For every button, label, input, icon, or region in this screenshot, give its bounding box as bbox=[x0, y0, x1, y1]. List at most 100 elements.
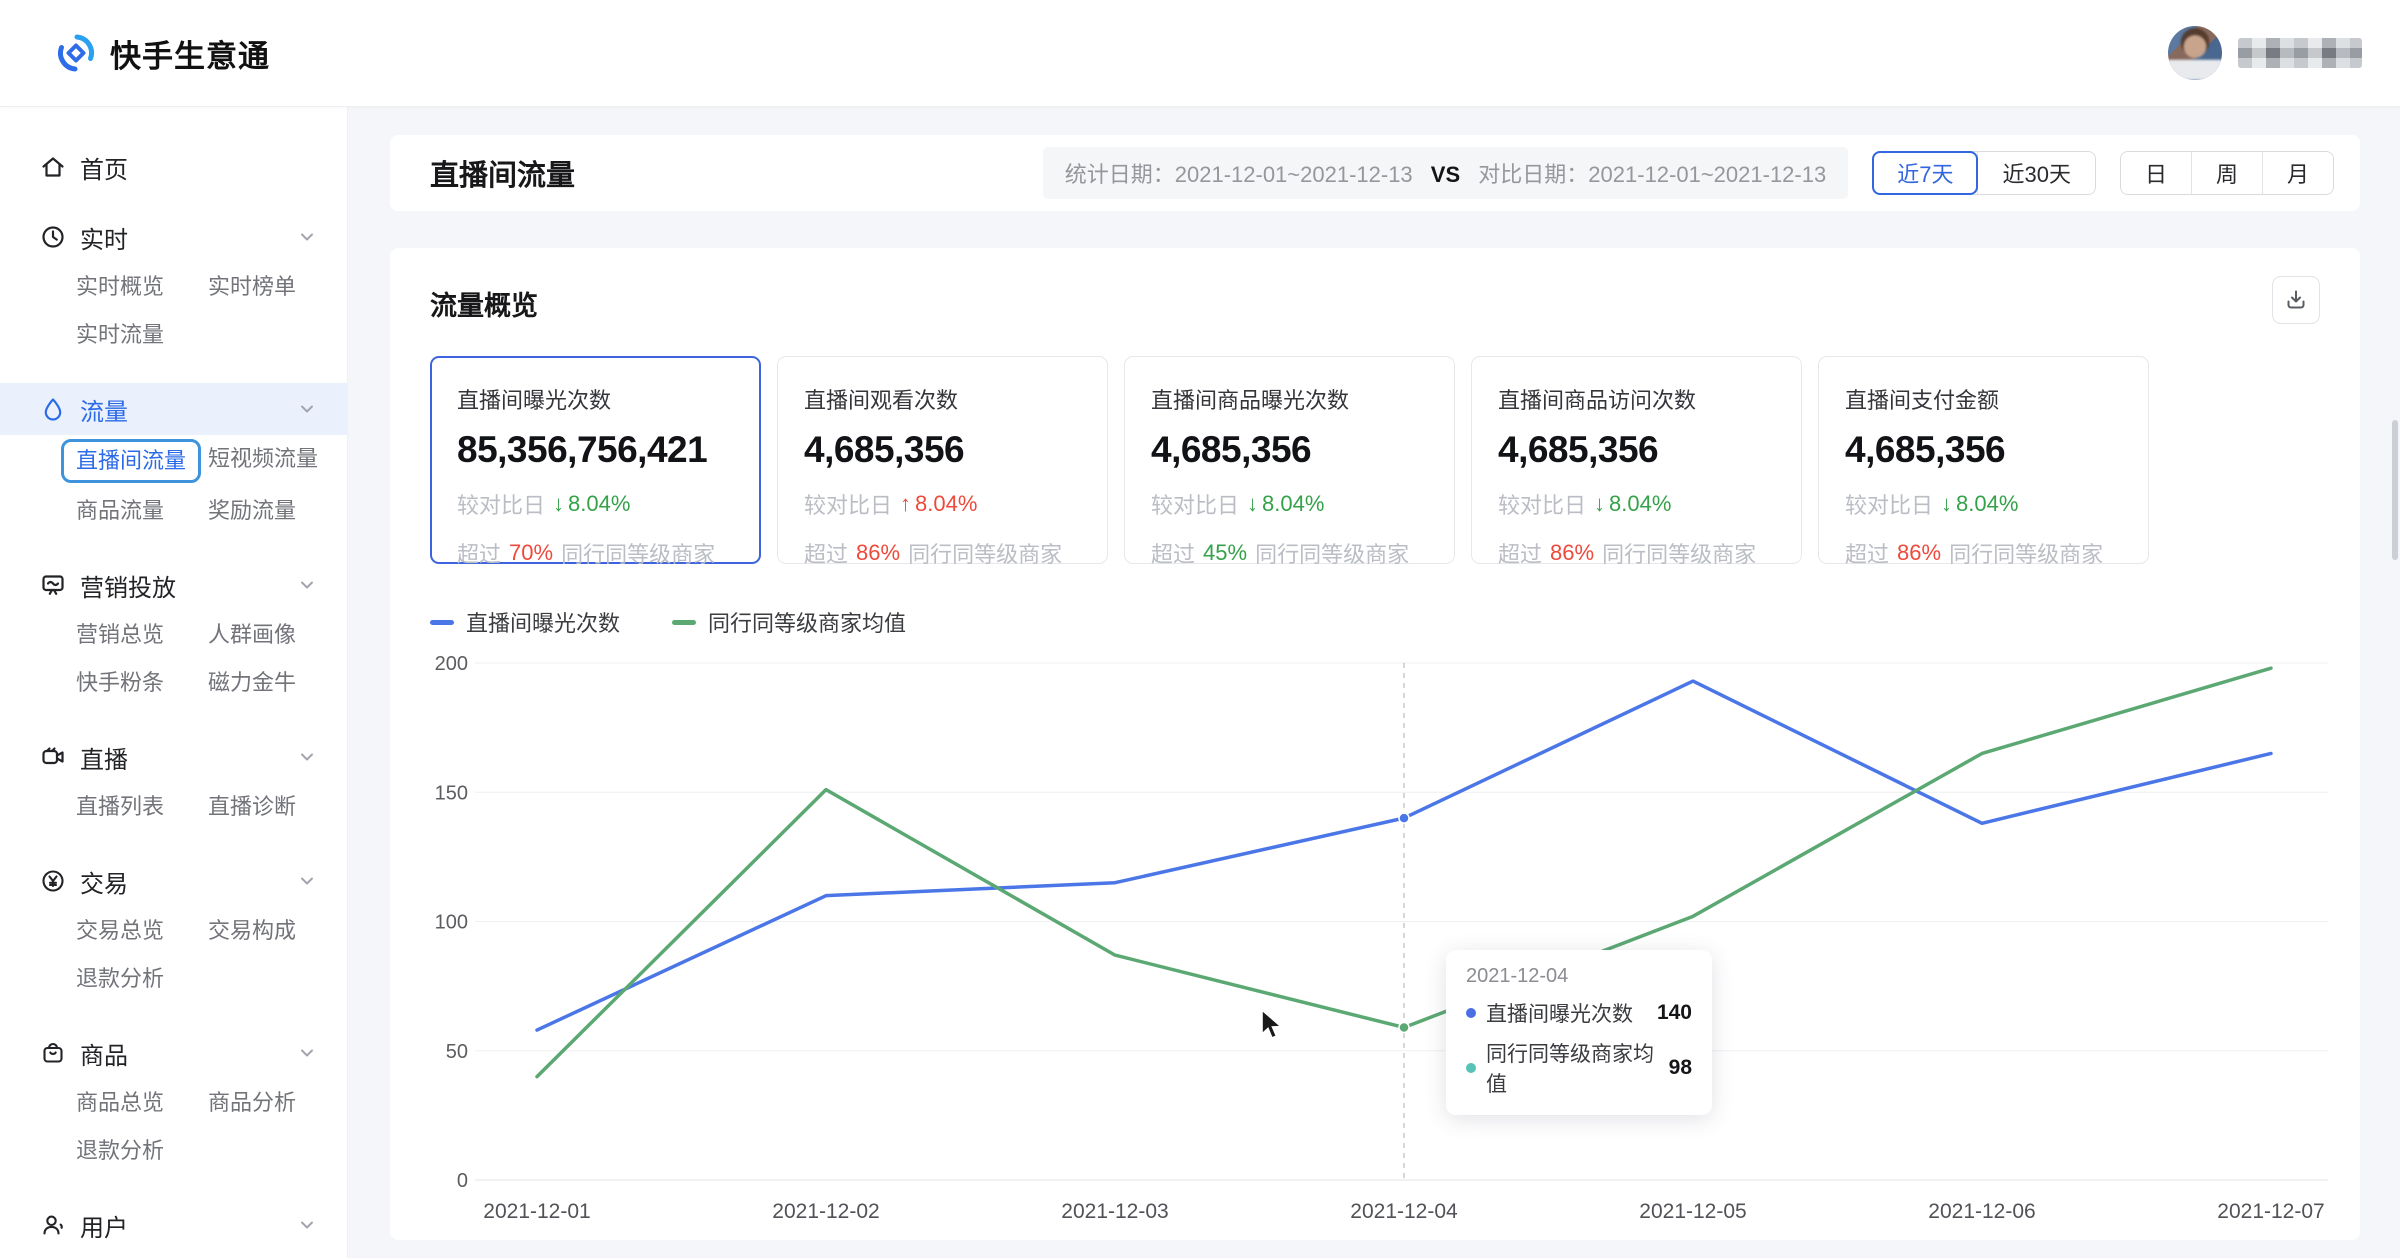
user-menu[interactable] bbox=[2168, 26, 2362, 80]
series-dot-icon bbox=[1466, 1008, 1476, 1018]
svg-text:0: 0 bbox=[457, 1170, 468, 1192]
trend-arrow-icon: ↑ bbox=[900, 491, 912, 516]
line-chart[interactable]: 0 50 100 150 200 2021-12-01 2021-12-02 2021-12-… bbox=[430, 646, 2330, 1246]
sidebar-subitem-transaction-composition[interactable]: 交易构成 bbox=[208, 911, 347, 951]
granularity-button-day[interactable]: 日 bbox=[2120, 152, 2191, 194]
legend-item-exposure[interactable]: 直播间曝光次数 bbox=[430, 606, 620, 638]
app-logo: 快手生意通 bbox=[56, 31, 270, 76]
sidebar-subitem-marketing-overview[interactable]: 营销总览 bbox=[76, 615, 208, 655]
sidebar-subitem-live-diagnosis[interactable]: 直播诊断 bbox=[208, 787, 347, 827]
sidebar-subitem-realtime-traffic[interactable]: 实时流量 bbox=[76, 315, 208, 355]
stat-card-live-views[interactable]: 直播间观看次数 4,685,356 较对比日 ↑ 8.04% 超过 86% 同行同等级商… bbox=[777, 356, 1108, 567]
avatar[interactable] bbox=[2168, 26, 2222, 80]
stat-card-live-exposure[interactable]: 直播间曝光次数 85,356,756,421 较对比日 ↓ 8.04% 超过 70% 同… bbox=[430, 356, 761, 567]
stat-card-live-payment[interactable]: 直播间支付金额 4,685,356 较对比日 ↓ 8.04% 超过 86% 同行同等级商… bbox=[1818, 356, 2149, 567]
stat-value: 4,685,356 bbox=[1845, 429, 2006, 470]
sidebar-item-realtime[interactable]: 实时 bbox=[0, 211, 347, 263]
sidebar-subitem-product-traffic[interactable]: 商品流量 bbox=[76, 491, 208, 531]
user-icon bbox=[40, 1212, 66, 1238]
chevron-down-icon bbox=[297, 871, 317, 891]
home-icon bbox=[40, 154, 66, 180]
svg-text:2021-12-06: 2021-12-06 bbox=[1928, 1200, 2035, 1223]
svg-text:50: 50 bbox=[446, 1041, 468, 1063]
scrollbar-thumb[interactable] bbox=[2392, 420, 2398, 560]
sidebar-item-live[interactable]: 直播 bbox=[0, 731, 347, 783]
clock-icon bbox=[40, 224, 66, 250]
range-button-30d[interactable]: 近30天 bbox=[1977, 152, 2095, 194]
sidebar-item-marketing[interactable]: 营销投放 bbox=[0, 559, 347, 611]
granularity-button-month[interactable]: 月 bbox=[2261, 152, 2333, 194]
sidebar-subitem-fentiao[interactable]: 快手粉条 bbox=[76, 663, 208, 703]
chevron-down-icon bbox=[297, 227, 317, 247]
chevron-down-icon bbox=[297, 575, 317, 595]
chevron-down-icon bbox=[297, 399, 317, 419]
svg-text:2021-12-07: 2021-12-07 bbox=[2217, 1200, 2324, 1223]
sidebar: 首页 实时 实时概览 实时榜单 实时流量 流量 直播间流量 短视频流量 商品流量… bbox=[0, 107, 348, 1258]
sidebar-subitem-audience-profile[interactable]: 人群画像 bbox=[208, 615, 347, 655]
date-range-summary: 统计日期：2021-12-01~2021-12-13 VS 对比日期：2021-… bbox=[1042, 147, 1849, 199]
stat-date-range: 2021-12-01~2021-12-13 bbox=[1174, 162, 1413, 187]
chevron-down-icon bbox=[297, 1215, 317, 1235]
legend-item-peer-average[interactable]: 同行同等级商家均值 bbox=[672, 606, 906, 638]
stat-value: 85,356,756,421 bbox=[457, 429, 708, 470]
line-chart-canvas[interactable]: 0 50 100 150 200 2021-12-01 2021-12-02 2021-12-… bbox=[430, 646, 2330, 1246]
sidebar-subitem-product-refund-analysis[interactable]: 退款分析 bbox=[76, 1131, 208, 1171]
compare-date-range: 2021-12-01~2021-12-13 bbox=[1588, 162, 1827, 187]
trend-arrow-icon: ↓ bbox=[1247, 491, 1259, 516]
legend-swatch bbox=[430, 619, 454, 625]
app-name: 快手生意通 bbox=[110, 38, 270, 74]
tooltip-row: 直播间曝光次数 140 bbox=[1466, 998, 1692, 1028]
series-dot-icon bbox=[1466, 1063, 1476, 1073]
sidebar-item-user[interactable]: 用户 bbox=[0, 1199, 347, 1251]
sidebar-item-transaction[interactable]: 交易 bbox=[0, 855, 347, 907]
campaign-icon bbox=[40, 572, 66, 598]
sidebar-subitem-realtime-rank[interactable]: 实时榜单 bbox=[208, 267, 347, 307]
download-button[interactable] bbox=[2272, 276, 2320, 324]
sidebar-subitem-product-analysis[interactable]: 商品分析 bbox=[208, 1083, 347, 1123]
sidebar-subitem-reward-traffic[interactable]: 奖励流量 bbox=[208, 491, 347, 531]
section-title: 流量概览 bbox=[430, 291, 538, 321]
sidebar-item-product[interactable]: 商品 bbox=[0, 1027, 347, 1079]
username-redacted bbox=[2238, 38, 2362, 68]
stat-value: 4,685,356 bbox=[804, 429, 965, 470]
chevron-down-icon bbox=[297, 747, 317, 767]
range-button-7d[interactable]: 近7天 bbox=[1872, 151, 1979, 195]
svg-text:100: 100 bbox=[435, 912, 468, 934]
stat-value: 4,685,356 bbox=[1151, 429, 1312, 470]
trend-arrow-icon: ↓ bbox=[1594, 491, 1606, 516]
page-title: 直播间流量 bbox=[430, 160, 576, 192]
svg-text:2021-12-02: 2021-12-02 bbox=[772, 1200, 879, 1223]
legend-swatch bbox=[672, 619, 697, 625]
granularity-segmented-control: 日 周 月 bbox=[2119, 151, 2334, 195]
sidebar-subitem-refund-analysis[interactable]: 退款分析 bbox=[76, 959, 208, 999]
svg-text:2021-12-05: 2021-12-05 bbox=[1639, 1200, 1746, 1223]
sidebar-subitem-live-room-traffic[interactable]: 直播间流量 bbox=[61, 439, 202, 483]
shopping-bag-icon bbox=[40, 1040, 66, 1066]
top-header: 快手生意通 bbox=[0, 0, 2400, 107]
sidebar-item-traffic[interactable]: 流量 bbox=[0, 383, 347, 435]
sidebar-subitem-short-video-traffic[interactable]: 短视频流量 bbox=[208, 439, 347, 479]
chart-tooltip: 2021-12-04 直播间曝光次数 140 同行同等级商家均值 98 bbox=[1446, 950, 1712, 1115]
stat-card-product-visits[interactable]: 直播间商品访问次数 4,685,356 较对比日 ↓ 8.04% 超过 86% 同行同等… bbox=[1471, 356, 1802, 567]
traffic-overview-panel: 流量概览 直播间曝光次数 85,356,756,421 较对比日 ↓ 8.04% 超… bbox=[390, 248, 2360, 1240]
sidebar-subitem-live-list[interactable]: 直播列表 bbox=[76, 787, 208, 827]
sidebar-subitem-transaction-overview[interactable]: 交易总览 bbox=[76, 911, 208, 951]
svg-text:2021-12-04: 2021-12-04 bbox=[1350, 1200, 1458, 1223]
trend-arrow-icon: ↓ bbox=[1941, 491, 1953, 516]
page-toolbar: 直播间流量 统计日期：2021-12-01~2021-12-13 VS 对比日期… bbox=[390, 135, 2360, 211]
sidebar-item-home[interactable]: 首页 bbox=[0, 141, 347, 193]
mouse-cursor bbox=[1261, 1008, 1284, 1040]
granularity-button-week[interactable]: 周 bbox=[2190, 152, 2262, 194]
stat-card-product-exposure[interactable]: 直播间商品曝光次数 4,685,356 较对比日 ↓ 8.04% 超过 45% 同行同等… bbox=[1124, 356, 1455, 567]
sidebar-subitem-magnetic-taurus[interactable]: 磁力金牛 bbox=[208, 663, 347, 703]
sidebar-subitem-product-overview[interactable]: 商品总览 bbox=[76, 1083, 208, 1123]
chevron-down-icon bbox=[297, 1043, 317, 1063]
range-segmented-control: 近7天 近30天 bbox=[1872, 151, 2096, 195]
sidebar-subitem-realtime-overview[interactable]: 实时概览 bbox=[76, 267, 208, 307]
app-logo-icon bbox=[58, 34, 94, 72]
tooltip-row: 同行同等级商家均值 98 bbox=[1466, 1038, 1692, 1098]
chart-legend: 直播间曝光次数 同行同等级商家均值 bbox=[430, 606, 2320, 638]
download-icon bbox=[2287, 290, 2305, 309]
stat-value: 4,685,356 bbox=[1498, 429, 1659, 470]
svg-text:150: 150 bbox=[435, 782, 468, 804]
